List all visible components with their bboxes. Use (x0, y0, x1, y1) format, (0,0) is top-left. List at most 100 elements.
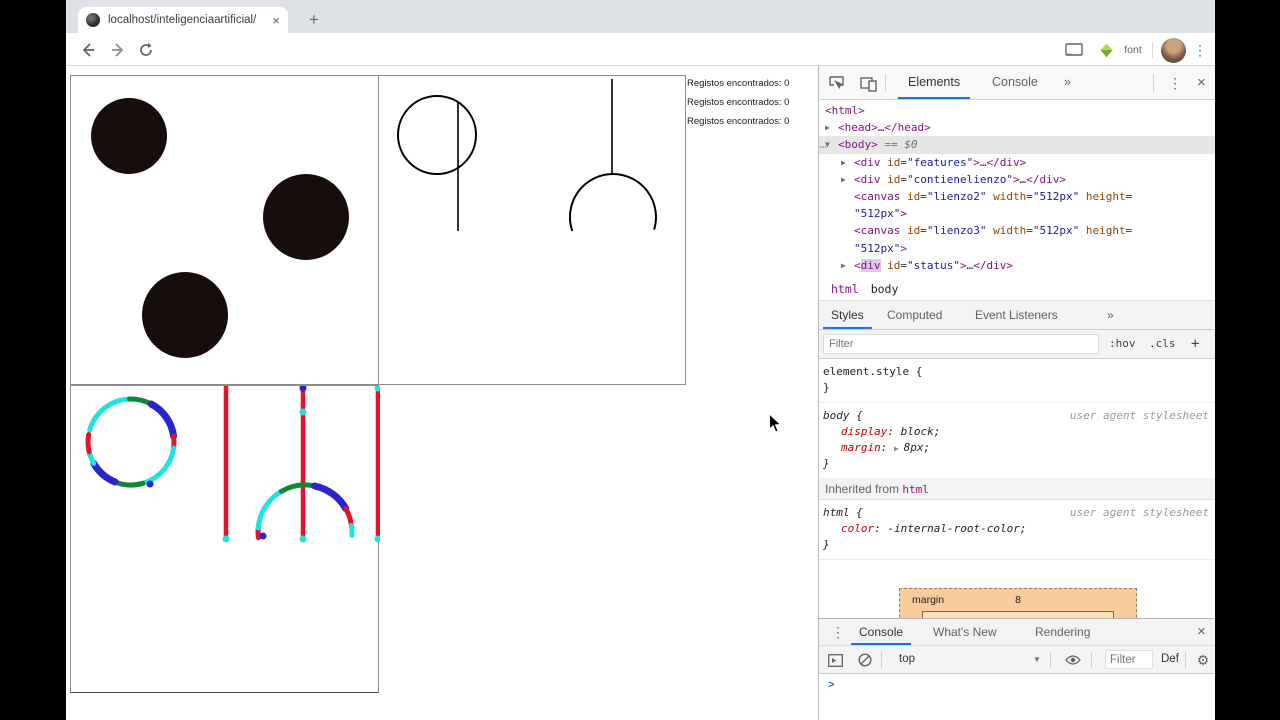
css-rule[interactable]: user agent stylesheet body {display: bloc… (819, 403, 1215, 479)
dom-token: id (900, 224, 921, 238)
dom-token: width (986, 189, 1027, 203)
tab-styles[interactable]: Styles (823, 301, 872, 329)
stylesheet-origin-note: user agent stylesheet (1069, 409, 1209, 422)
more-sidebar-tabs-icon[interactable]: » (1107, 301, 1114, 329)
reload-icon[interactable] (134, 38, 158, 62)
dom-token: "512px" (854, 207, 901, 221)
drawer-tab-whats-new[interactable]: What's New (933, 619, 997, 645)
property-name[interactable]: color (841, 522, 874, 535)
tab-close-icon[interactable]: × (272, 14, 280, 27)
dom-token: <canvas (854, 224, 901, 238)
css-property[interactable]: color: -internal-root-color; (823, 521, 1215, 537)
console-settings-gear-icon[interactable]: ⚙ (1195, 652, 1211, 668)
context-selector[interactable]: top (899, 646, 915, 673)
expand-arrow-icon[interactable]: ▶ (825, 119, 838, 136)
dom-token: = (900, 155, 907, 169)
dom-tree-line[interactable]: "512px"> (819, 240, 1215, 257)
dom-tree-line[interactable]: … ▼ <body> == $0 (819, 136, 1215, 154)
css-rule[interactable]: element.style {} (819, 359, 1215, 403)
dom-tree-line[interactable]: ▶ <div id="status">…</div> (819, 257, 1215, 274)
back-icon[interactable] (76, 38, 100, 62)
expand-property-icon[interactable]: ▶ (894, 444, 904, 453)
filled-circles-svg (91, 98, 349, 358)
dom-tree-line[interactable]: <canvas id="lienzo3" width="512px" heigh… (819, 222, 1215, 239)
dom-tree-line[interactable]: "512px"> (819, 205, 1215, 222)
clear-console-icon[interactable] (857, 652, 873, 668)
breadcrumb-html[interactable]: html (831, 282, 859, 296)
divider (1091, 652, 1092, 668)
font-extension-label[interactable]: font (1118, 38, 1148, 62)
dom-token: == $0 (877, 138, 918, 152)
dom-token: > (959, 258, 967, 272)
property-name[interactable]: margin (841, 441, 881, 454)
dom-token: id (900, 189, 921, 203)
margin-top-value[interactable]: 8 (900, 594, 1136, 606)
tab-computed[interactable]: Computed (887, 301, 942, 329)
browser-tab[interactable]: localhost/inteligenciaartificial/e × (78, 7, 288, 33)
rule-close-brace: } (823, 381, 830, 394)
dom-token: "features" (907, 155, 974, 169)
inherited-tag-link[interactable]: html (902, 483, 929, 496)
dom-tree-line[interactable]: ▶ <div id="contienelienzo">…</div> (819, 171, 1215, 188)
styles-filter-row: :hov .cls + (819, 330, 1215, 359)
css-property[interactable]: display: block; (823, 424, 1215, 440)
log-levels-selector[interactable]: Def (1161, 646, 1179, 673)
devtools-menu-icon[interactable]: ⋮ (1168, 66, 1182, 99)
devtools-close-icon[interactable]: × (1197, 66, 1206, 99)
property-name[interactable]: display (841, 425, 887, 438)
browser-menu-icon[interactable]: ⋮ (1190, 38, 1210, 62)
dom-token: <div (854, 155, 881, 169)
dom-token: </head> (884, 121, 931, 135)
console-sidebar-icon[interactable] (827, 652, 843, 668)
dom-token: = (1026, 224, 1033, 238)
dom-token: <div (854, 172, 881, 186)
new-tab-button[interactable]: + (302, 8, 326, 32)
tab-elements[interactable]: Elements (898, 66, 971, 99)
styles-filter-input[interactable] (823, 334, 1099, 354)
devtools-toolbar: Elements Console » ⋮ × (819, 66, 1215, 100)
forward-icon[interactable] (106, 38, 130, 62)
hov-toggle[interactable]: :hov (1109, 330, 1136, 358)
drawer-tab-console[interactable]: Console (851, 619, 912, 645)
dom-tree-line[interactable]: ▶ <div id="features">…</div> (819, 154, 1215, 171)
status-line: Registos encontrados: 0 (687, 78, 790, 89)
css-property[interactable]: margin: ▶ 8px; (823, 440, 1215, 456)
console-prompt-row[interactable]: > (819, 674, 1215, 720)
device-toolbar-icon[interactable] (859, 74, 877, 92)
dom-tree-line[interactable]: <html> (819, 102, 1215, 119)
expand-arrow-icon[interactable]: ▶ (841, 154, 854, 171)
status-line: Registos encontrados: 0 (687, 116, 790, 127)
more-tabs-icon[interactable]: » (1064, 66, 1071, 99)
tab-event-listeners[interactable]: Event Listeners (975, 301, 1058, 329)
style-rules: element.style {} user agent stylesheet bod… (819, 359, 1215, 479)
tab-favicon-icon (86, 13, 100, 27)
dom-token: </div> (973, 258, 1013, 272)
breadcrumb-body[interactable]: body (871, 282, 899, 296)
dom-token: "lienzo3" (926, 224, 987, 238)
cls-toggle[interactable]: .cls (1149, 330, 1176, 358)
drawer-close-icon[interactable]: × (1197, 619, 1206, 645)
rule-selector[interactable]: element.style { (823, 364, 1215, 380)
dom-tree-line[interactable]: ▶ <head>…</head> (819, 119, 1215, 136)
inspect-element-icon[interactable] (827, 74, 845, 92)
tab-console[interactable]: Console (992, 66, 1038, 99)
dom-token: id (880, 172, 901, 186)
cast-icon[interactable] (1062, 38, 1086, 62)
extension-icon[interactable] (1094, 38, 1118, 62)
dom-token: "512px" (1032, 189, 1080, 203)
drawer-menu-icon[interactable]: ⋮ (831, 619, 845, 645)
context-dropdown-icon[interactable]: ▼ (1033, 646, 1041, 673)
live-expression-eye-icon[interactable] (1065, 652, 1081, 668)
profile-avatar[interactable] (1160, 37, 1186, 63)
console-filter-input[interactable] (1105, 650, 1153, 669)
divider (1153, 74, 1154, 92)
expand-arrow-icon[interactable]: ▶ (841, 171, 854, 188)
dom-tree-line[interactable]: <canvas id="lienzo2" width="512px" heigh… (819, 188, 1215, 205)
dom-token: </div> (1026, 172, 1066, 186)
drawer-tab-rendering[interactable]: Rendering (1035, 619, 1090, 645)
expand-arrow-icon[interactable]: ▶ (841, 257, 854, 274)
new-style-rule-button[interactable]: + (1191, 330, 1199, 358)
canvas-lienzo3-detection (70, 384, 382, 693)
drawer-tab-bar: ⋮ Console What's New Rendering × (819, 619, 1215, 646)
css-rule[interactable]: user agent stylesheet html {color: -inter… (819, 500, 1215, 560)
